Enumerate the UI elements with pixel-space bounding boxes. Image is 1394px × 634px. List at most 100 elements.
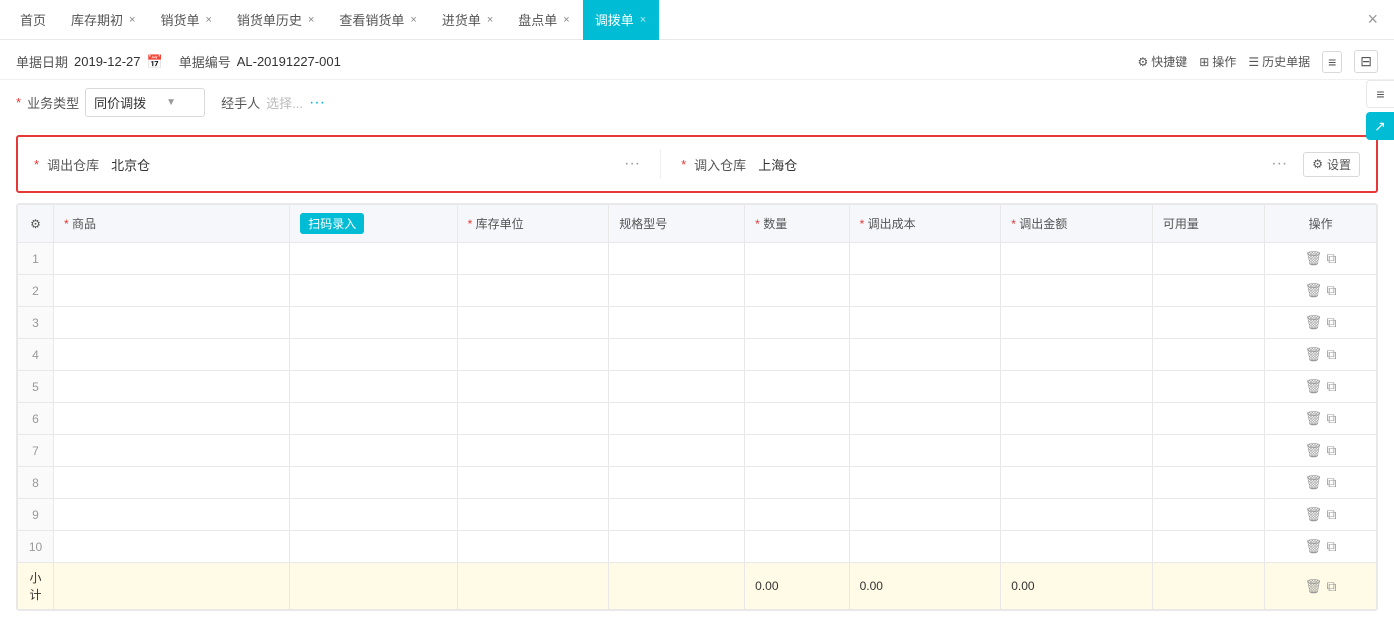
cell-amount[interactable]: 0.00: [1001, 563, 1153, 610]
delete-icon[interactable]: 🗑: [1305, 250, 1323, 266]
cell-qty[interactable]: [745, 499, 849, 531]
out-wh-more-btn[interactable]: ···: [624, 155, 640, 173]
cell-available[interactable]: [1152, 339, 1264, 371]
cell-cost[interactable]: [849, 371, 1001, 403]
cell-available[interactable]: [1152, 371, 1264, 403]
copy-icon[interactable]: ⧉: [1326, 346, 1336, 362]
layout-btn-1[interactable]: ≡: [1322, 51, 1342, 73]
cell-available[interactable]: [1152, 403, 1264, 435]
cell-spec[interactable]: [609, 499, 745, 531]
tab-view-sales[interactable]: 查看销货单 ×: [327, 0, 429, 40]
cell-product[interactable]: [54, 307, 290, 339]
cell-unit[interactable]: [457, 371, 609, 403]
cell-spec[interactable]: [609, 275, 745, 307]
tab-transfer-order[interactable]: 调拨单 ×: [583, 0, 659, 40]
delete-icon[interactable]: 🗑: [1305, 442, 1323, 458]
cell-cost[interactable]: [849, 307, 1001, 339]
cell-unit[interactable]: [457, 467, 609, 499]
cell-unit[interactable]: [457, 403, 609, 435]
delete-icon[interactable]: 🗑: [1305, 578, 1323, 594]
cell-spec[interactable]: [609, 371, 745, 403]
shortcut-btn[interactable]: ⚙ 快捷键: [1137, 53, 1187, 70]
copy-icon[interactable]: ⧉: [1326, 378, 1336, 394]
delete-icon[interactable]: 🗑: [1305, 474, 1323, 490]
cell-product[interactable]: [54, 275, 290, 307]
cell-amount[interactable]: [1001, 499, 1153, 531]
tab-close-sales-history[interactable]: ×: [308, 14, 314, 26]
copy-icon[interactable]: ⧉: [1326, 474, 1336, 490]
cell-amount[interactable]: [1001, 531, 1153, 563]
cell-spec[interactable]: [609, 403, 745, 435]
cell-unit[interactable]: [457, 531, 609, 563]
delete-icon[interactable]: 🗑: [1305, 346, 1323, 362]
cell-product[interactable]: [54, 467, 290, 499]
cell-qty[interactable]: [745, 243, 849, 275]
cell-amount[interactable]: [1001, 435, 1153, 467]
date-value[interactable]: 2019-12-27: [74, 54, 141, 69]
tab-home[interactable]: 首页: [8, 0, 59, 40]
copy-icon[interactable]: ⧉: [1326, 314, 1336, 330]
person-more-btn[interactable]: ···: [309, 94, 325, 112]
warehouse-settings-btn[interactable]: ⚙ 设置: [1303, 152, 1360, 177]
col-gear[interactable]: ⚙: [18, 205, 54, 243]
person-input[interactable]: 选择...: [266, 93, 303, 112]
cell-available[interactable]: [1152, 435, 1264, 467]
cell-product[interactable]: [54, 435, 290, 467]
copy-icon[interactable]: ⧉: [1326, 442, 1336, 458]
cell-qty[interactable]: [745, 275, 849, 307]
cell-product[interactable]: [54, 371, 290, 403]
tab-sales-history[interactable]: 销货单历史 ×: [225, 0, 327, 40]
cell-unit[interactable]: [457, 243, 609, 275]
copy-icon[interactable]: ⧉: [1326, 538, 1336, 554]
copy-icon[interactable]: ⧉: [1326, 578, 1336, 594]
cell-cost[interactable]: [849, 275, 1001, 307]
cell-unit[interactable]: [457, 563, 609, 610]
cell-qty[interactable]: [745, 339, 849, 371]
sidebar-list-btn[interactable]: ≡: [1366, 80, 1394, 108]
cell-unit[interactable]: [457, 499, 609, 531]
cell-available[interactable]: [1152, 275, 1264, 307]
cell-product[interactable]: [54, 499, 290, 531]
cell-cost[interactable]: [849, 467, 1001, 499]
calendar-icon[interactable]: 📅: [147, 54, 163, 70]
cell-unit[interactable]: [457, 307, 609, 339]
cell-qty[interactable]: [745, 467, 849, 499]
cell-amount[interactable]: [1001, 307, 1153, 339]
cell-qty[interactable]: [745, 531, 849, 563]
cell-product[interactable]: [54, 243, 290, 275]
cell-spec[interactable]: [609, 531, 745, 563]
layout-btn-2[interactable]: ⊟: [1354, 50, 1378, 73]
cell-spec[interactable]: [609, 467, 745, 499]
cell-product[interactable]: [54, 563, 290, 610]
cell-available[interactable]: [1152, 467, 1264, 499]
business-type-select[interactable]: 同价调拨 ▼: [85, 88, 205, 117]
scan-btn[interactable]: 扫码录入: [300, 213, 364, 234]
cell-qty[interactable]: [745, 371, 849, 403]
tab-close-transfer-order[interactable]: ×: [640, 14, 646, 26]
operation-btn[interactable]: ⊞ 操作: [1199, 53, 1236, 70]
cell-amount[interactable]: [1001, 403, 1153, 435]
copy-icon[interactable]: ⧉: [1326, 410, 1336, 426]
cell-qty[interactable]: [745, 307, 849, 339]
cell-product[interactable]: [54, 403, 290, 435]
tab-close-inventory-init[interactable]: ×: [129, 14, 135, 26]
tab-bar-close[interactable]: ×: [1359, 9, 1386, 30]
copy-icon[interactable]: ⧉: [1326, 250, 1336, 266]
cell-qty[interactable]: 0.00: [745, 563, 849, 610]
cell-amount[interactable]: [1001, 467, 1153, 499]
cell-qty[interactable]: [745, 403, 849, 435]
cell-spec[interactable]: [609, 339, 745, 371]
cell-unit[interactable]: [457, 339, 609, 371]
sidebar-export-btn[interactable]: ↗: [1366, 112, 1394, 140]
cell-available[interactable]: [1152, 243, 1264, 275]
cell-amount[interactable]: [1001, 371, 1153, 403]
delete-icon[interactable]: 🗑: [1305, 410, 1323, 426]
cell-amount[interactable]: [1001, 339, 1153, 371]
cell-product[interactable]: [54, 531, 290, 563]
delete-icon[interactable]: 🗑: [1305, 506, 1323, 522]
in-wh-more-btn[interactable]: ···: [1271, 155, 1287, 173]
cell-unit[interactable]: [457, 435, 609, 467]
cell-unit[interactable]: [457, 275, 609, 307]
cell-qty[interactable]: [745, 435, 849, 467]
out-wh-value[interactable]: 北京仓: [111, 155, 150, 174]
